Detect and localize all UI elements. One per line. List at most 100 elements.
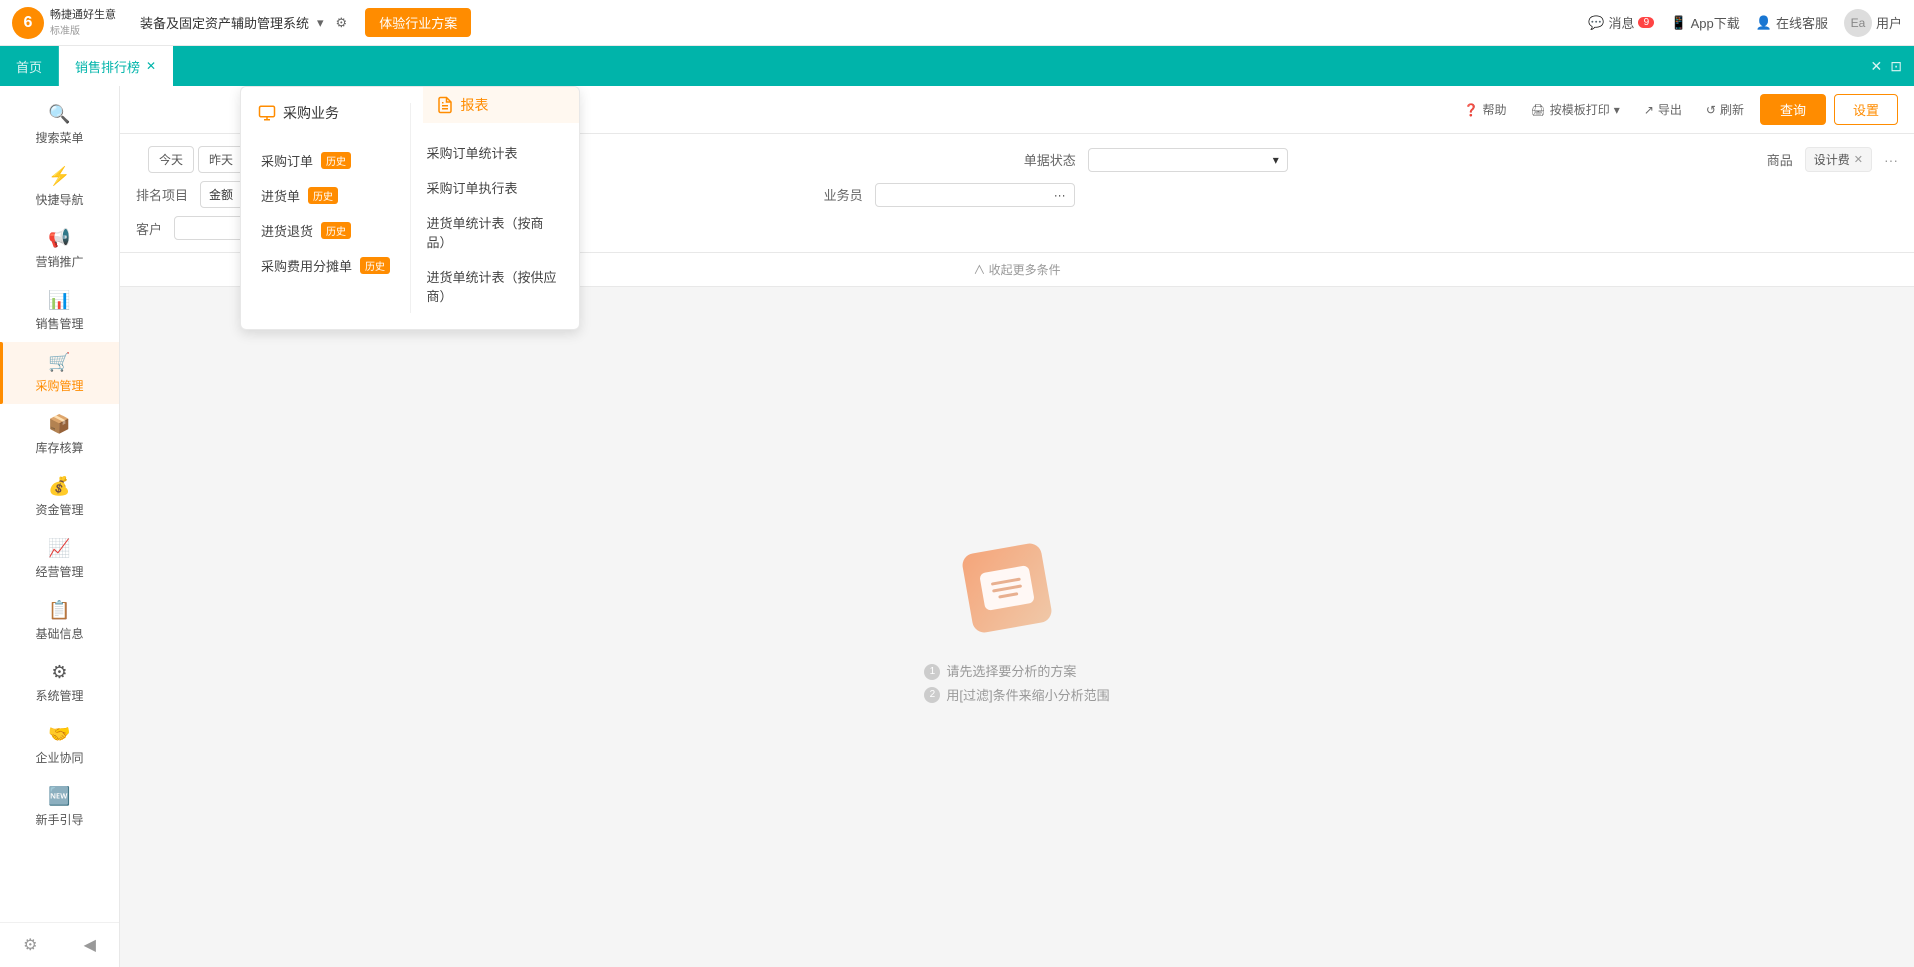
tab-sales-rank[interactable]: 销售排行榜 ✕ (59, 46, 173, 86)
empty-icon-line-2 (992, 584, 1022, 592)
cooperation-icon: 🤝 (48, 724, 70, 745)
marketing-icon: 📢 (48, 228, 70, 249)
sidebar-item-sales[interactable]: 📊 销售管理 (0, 280, 119, 342)
sidebar-business-label: 经营管理 (35, 563, 83, 580)
sidebar-cooperation-label: 企业协同 (35, 749, 83, 766)
system-title-area: 装备及固定资产辅助管理系统 ▾ ⚙ 体验行业方案 (140, 8, 471, 37)
basic-icon: 📋 (48, 600, 70, 621)
incoming-return-label: 进货退货 (261, 221, 313, 240)
date-today-btn[interactable]: 今天 (148, 146, 194, 173)
newbie-icon: 🆕 (48, 786, 70, 807)
sidebar-marketing-label: 营销推广 (35, 253, 83, 270)
refresh-btn[interactable]: ↺ 刷新 (1698, 97, 1752, 122)
voucher-status-label: 单据状态 (1024, 150, 1076, 169)
sales-icon: 📊 (48, 290, 70, 311)
export-btn[interactable]: ↗ 导出 (1636, 97, 1690, 122)
goods-tag: 设计费 ✕ (1805, 147, 1872, 172)
message-btn[interactable]: 💬 消息 9 (1588, 13, 1654, 32)
report-section-title: 报表 (461, 95, 489, 115)
settings-icon[interactable]: ⚙ (336, 15, 348, 31)
sidebar-item-inventory[interactable]: 📦 库存核算 (0, 404, 119, 466)
industry-btn[interactable]: 体验行业方案 (365, 8, 471, 37)
help-btn[interactable]: ❓ 帮助 (1456, 97, 1515, 122)
help-label: 帮助 (1483, 101, 1507, 118)
app-download-btn[interactable]: 📱 App下载 (1670, 13, 1739, 32)
brand-text: 畅捷通好生意 标准版 (50, 8, 116, 37)
sidebar-item-business[interactable]: 📈 经营管理 (0, 528, 119, 590)
sidebar-item-marketing[interactable]: 📢 营销推广 (0, 218, 119, 280)
business-icon: 📈 (48, 538, 70, 559)
online-service-btn[interactable]: 👤 在线客服 (1756, 13, 1828, 32)
salesperson-dropdown-icon: ··· (1054, 188, 1066, 202)
menu-po-exec[interactable]: 采购订单执行表 (423, 170, 564, 205)
menu-incoming[interactable]: 进货单 历史 (257, 178, 398, 213)
ranking-value: 金额 (209, 186, 233, 203)
incoming-label: 进货单 (261, 186, 300, 205)
template-print-label: 按模板打印 (1550, 101, 1610, 118)
settings-btn[interactable]: 设置 (1834, 94, 1898, 125)
po-exec-label: 采购订单执行表 (427, 178, 518, 197)
sidebar-item-basic[interactable]: 📋 基础信息 (0, 590, 119, 652)
empty-icon-line-1 (991, 577, 1021, 585)
tab-close-icon[interactable]: ✕ (146, 59, 156, 73)
sidebar-item-newbie[interactable]: 🆕 新手引导 (0, 776, 119, 838)
purchase-business-icon (257, 103, 277, 123)
template-print-btn[interactable]: 🖨 按模板打印 ▾ (1523, 97, 1628, 122)
salesperson-select[interactable]: ··· (875, 183, 1075, 207)
date-yesterday-btn[interactable]: 昨天 (198, 146, 244, 173)
online-service-label: 在线客服 (1776, 13, 1828, 32)
empty-icon (967, 548, 1067, 648)
sidebar-item-finance[interactable]: 💰 资金管理 (0, 466, 119, 528)
message-label: 消息 (1608, 13, 1634, 32)
sidebar-newbie-label: 新手引导 (35, 811, 83, 828)
purchase-icon: 🛒 (48, 352, 70, 373)
sidebar-item-cooperation[interactable]: 🤝 企业协同 (0, 714, 119, 776)
menu-purchase-order[interactable]: 采购订单 历史 (257, 143, 398, 178)
help-icon: ❓ (1464, 103, 1479, 117)
logo-area: 6 畅捷通好生意 标准版 (12, 7, 132, 39)
tab-close-window-icon[interactable]: ✕ (1871, 58, 1883, 75)
menu-purchase-expense[interactable]: 采购费用分摊单 历史 (257, 248, 398, 283)
purchase-expense-hist: 历史 (360, 257, 390, 274)
sidebar-sales-label: 销售管理 (35, 315, 83, 332)
export-icon: ↗ (1644, 103, 1654, 117)
refresh-label: 刷新 (1720, 101, 1744, 118)
sidebar-bottom: ⚙ ◀ (0, 922, 119, 967)
menu-po-stat[interactable]: 采购订单统计表 (423, 135, 564, 170)
menu-incoming-stat-supplier[interactable]: 进货单统计表（按供应商） (423, 259, 564, 313)
system-dropdown-icon[interactable]: ▾ (317, 15, 324, 31)
sidebar-item-shortcut[interactable]: ⚡ 快捷导航 (0, 156, 119, 218)
purchase-business-title: 采购业务 (257, 103, 398, 131)
print-dropdown-icon: ▾ (1614, 103, 1620, 117)
voucher-status-select[interactable]: ▾ (1088, 148, 1288, 172)
user-btn[interactable]: Ea 用户 (1844, 9, 1902, 37)
tab-home[interactable]: 首页 (0, 46, 59, 86)
purchase-order-hist: 历史 (321, 152, 351, 169)
brand-name: 畅捷通好生意 (50, 8, 116, 22)
sidebar-item-system[interactable]: ⚙ 系统管理 (0, 652, 119, 714)
goods-tag-text: 设计费 (1814, 151, 1850, 168)
purchase-report-icon (435, 95, 455, 115)
query-btn[interactable]: 查询 (1760, 94, 1826, 125)
business-section-title: 采购业务 (283, 103, 339, 123)
goods-tag-close[interactable]: ✕ (1854, 153, 1863, 166)
incoming-return-hist: 历史 (321, 222, 351, 239)
app-download-label: App下载 (1691, 13, 1740, 32)
sidebar-collapse-icon[interactable]: ◀ (84, 935, 96, 955)
avatar: Ea (1844, 9, 1872, 37)
step-num-2: 2 (924, 687, 940, 703)
inventory-icon: 📦 (48, 414, 70, 435)
sidebar-settings-icon[interactable]: ⚙ (23, 935, 37, 955)
goods-more-dots[interactable]: ··· (1884, 152, 1898, 168)
menu-incoming-return[interactable]: 进货退货 历史 (257, 213, 398, 248)
sidebar-system-label: 系统管理 (35, 687, 83, 704)
empty-hints: 1 请先选择要分析的方案 2 用[过滤]条件来缩小分析范围 (924, 660, 1109, 707)
tab-maximize-icon[interactable]: ⊡ (1890, 58, 1902, 75)
menu-incoming-stat-goods[interactable]: 进货单统计表（按商品） (423, 205, 564, 259)
salesperson-label: 业务员 (824, 185, 863, 204)
sidebar-item-search[interactable]: 🔍 搜索菜单 (0, 94, 119, 156)
sidebar-item-purchase[interactable]: 🛒 采购管理 (0, 342, 119, 404)
incoming-stat-supplier-label: 进货单统计表（按供应商） (427, 267, 560, 305)
step-num-1: 1 (924, 664, 940, 680)
empty-icon-screen (979, 565, 1035, 611)
